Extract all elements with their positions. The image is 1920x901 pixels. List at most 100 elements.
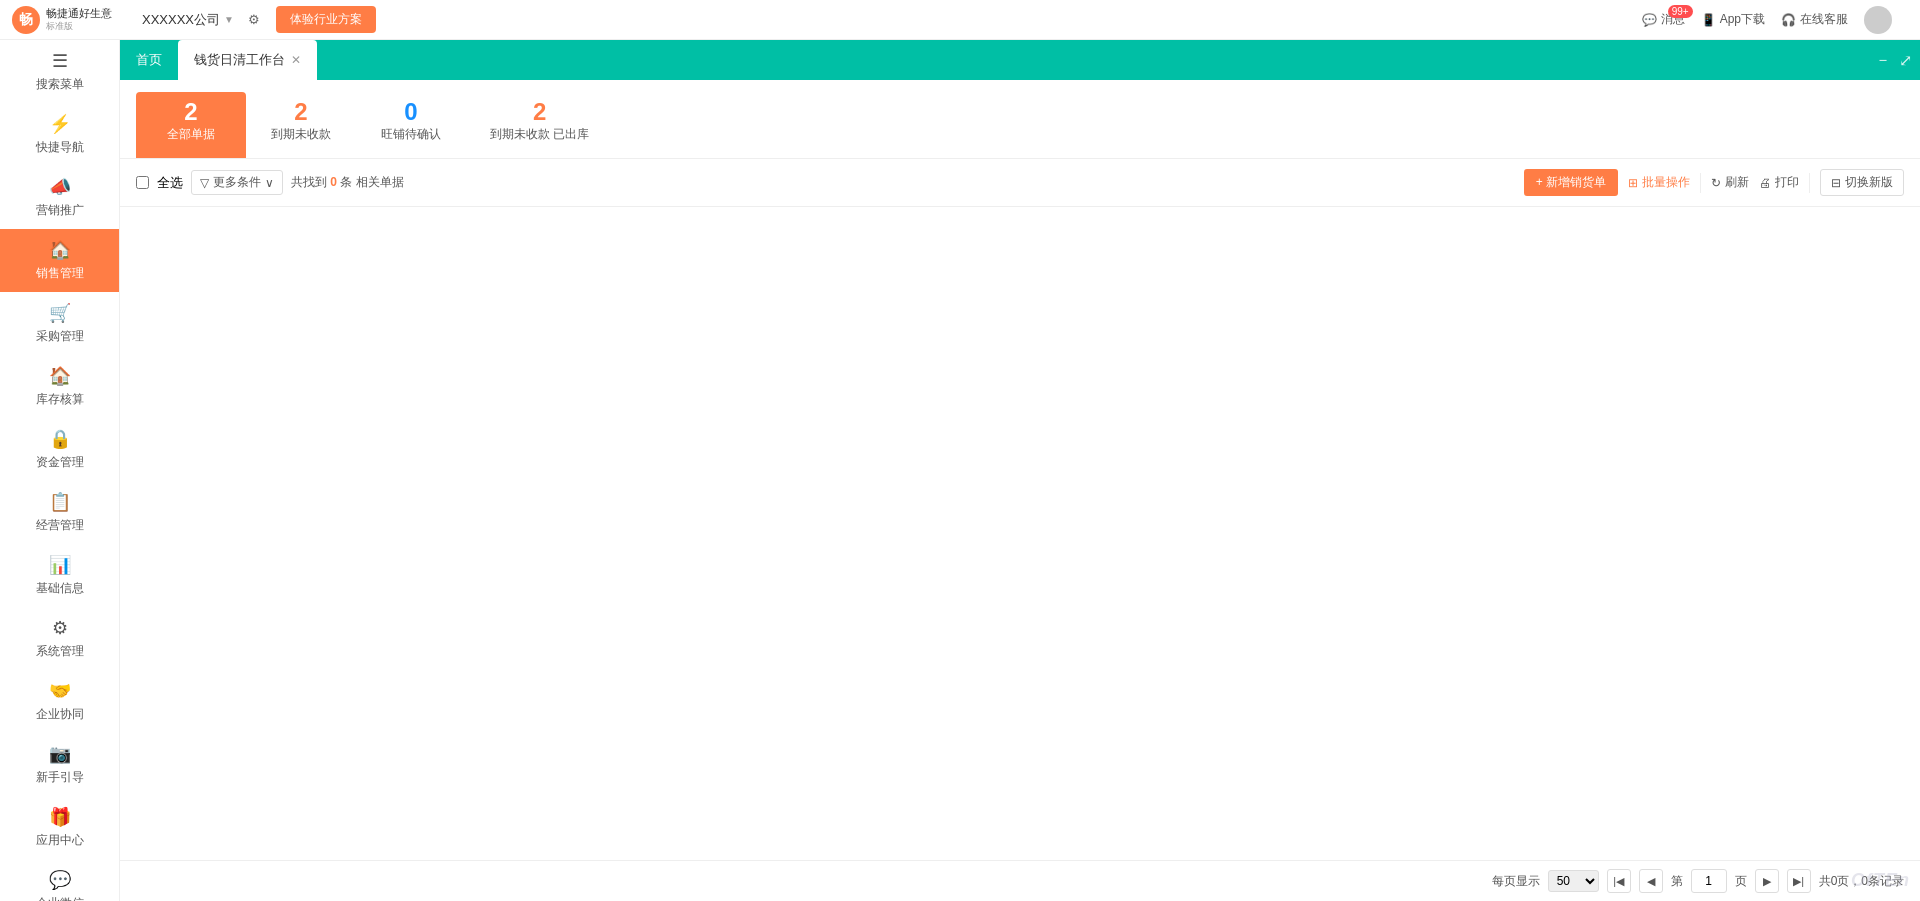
- per-page-select[interactable]: 50 100 200: [1548, 870, 1599, 892]
- search-menu-icon: ☰: [52, 50, 68, 72]
- toolbar-divider: [1700, 173, 1701, 193]
- total-label: 共0页，0条记录: [1819, 873, 1904, 890]
- tab-maximize-btn[interactable]: ⤢: [1899, 51, 1912, 70]
- tab-minimize-btn[interactable]: －: [1875, 50, 1891, 71]
- filter-icon: ▽: [200, 176, 209, 190]
- switch-version-btn[interactable]: ⊟ 切换新版: [1820, 169, 1904, 196]
- message-action[interactable]: 💬 消息 99+: [1642, 11, 1685, 28]
- toolbar-left: 全选 ▽ 更多条件 ∨ 共找到 0 条 相关单据: [136, 170, 1512, 195]
- sidebar-item-beginner[interactable]: 📷 新手引导: [0, 733, 119, 796]
- top-header: 畅 畅捷通好生意 标准版 XXXXXX公司 ▼ ⚙ 体验行业方案 💬 消息 99…: [0, 0, 1920, 40]
- filter-arrow: ∨: [265, 176, 274, 190]
- online-service-action[interactable]: 🎧 在线客服: [1781, 11, 1848, 28]
- found-prefix: 共找到: [291, 175, 327, 189]
- switch-icon: ⊟: [1831, 176, 1841, 190]
- stat-num-overdue-unpaid: 2: [270, 98, 332, 126]
- sidebar-item-operations[interactable]: 📋 经营管理: [0, 481, 119, 544]
- quick-nav-icon: ⚡: [49, 113, 71, 135]
- trial-btn[interactable]: 体验行业方案: [276, 6, 376, 33]
- company-name: XXXXXX公司: [142, 11, 220, 29]
- stat-card-overdue-unpaid[interactable]: 2 到期未收款: [246, 92, 356, 158]
- tab-workbench[interactable]: 钱货日清工作台 ✕: [178, 40, 317, 80]
- stat-num-wangpu: 0: [380, 98, 442, 126]
- sidebar-label-purchase: 采购管理: [36, 328, 84, 345]
- message-icon: 💬: [1642, 13, 1657, 27]
- sidebar-label-system: 系统管理: [36, 643, 84, 660]
- company-selector[interactable]: XXXXXX公司 ▼: [142, 11, 234, 29]
- wechat-icon: 💬: [49, 869, 71, 891]
- marketing-icon: 📣: [49, 176, 71, 198]
- stat-num-overdue-unshipped: 2: [490, 98, 589, 126]
- sidebar-item-basic-info[interactable]: 📊 基础信息: [0, 544, 119, 607]
- stat-num-all: 2: [160, 98, 222, 126]
- sidebar-item-purchase[interactable]: 🛒 采购管理: [0, 292, 119, 355]
- logo-sub: 标准版: [46, 20, 112, 33]
- sidebar-item-search-menu[interactable]: ☰ 搜索菜单: [0, 40, 119, 103]
- header-right: 💬 消息 99+ 📱 App下载 🎧 在线客服: [1642, 6, 1908, 34]
- new-sales-btn[interactable]: + 新增销货单: [1524, 169, 1618, 196]
- tab-bar: 首页 钱货日清工作台 ✕ － ⤢: [120, 40, 1920, 80]
- sidebar-item-quick-nav[interactable]: ⚡ 快捷导航: [0, 103, 119, 166]
- layout: ☰ 搜索菜单 ⚡ 快捷导航 📣 营销推广 🏠 销售管理 🛒 采购管理 🏠 库存核…: [0, 40, 1920, 901]
- sidebar: ☰ 搜索菜单 ⚡ 快捷导航 📣 营销推广 🏠 销售管理 🛒 采购管理 🏠 库存核…: [0, 40, 120, 901]
- settings-icon[interactable]: ⚙: [240, 6, 268, 34]
- tab-close-workbench[interactable]: ✕: [291, 53, 301, 67]
- next-page-btn[interactable]: ▶: [1755, 869, 1779, 893]
- toolbar-right: + 新增销货单 ⊞ 批量操作 ↻ 刷新 🖨 打印: [1524, 169, 1904, 196]
- print-btn[interactable]: 🖨 打印: [1759, 174, 1799, 191]
- content-area: 2 全部单据 2 到期未收款 0 旺铺待确认 2 到期未收款 已出库: [120, 80, 1920, 901]
- page-input[interactable]: [1691, 869, 1727, 893]
- found-count: 0: [330, 175, 337, 189]
- per-page-label: 每页显示: [1492, 873, 1540, 890]
- toolbar-divider2: [1809, 173, 1810, 193]
- found-suffix: 条 相关单据: [340, 175, 403, 189]
- stat-card-wangpu[interactable]: 0 旺铺待确认: [356, 92, 466, 158]
- batch-action-btn[interactable]: ⊞ 批量操作: [1628, 174, 1690, 191]
- sidebar-label-basic-info: 基础信息: [36, 580, 84, 597]
- print-label: 打印: [1775, 174, 1799, 191]
- sidebar-item-wechat[interactable]: 💬 企业微信: [0, 859, 119, 901]
- print-icon: 🖨: [1759, 176, 1771, 190]
- sidebar-label-wechat: 企业微信: [36, 895, 84, 901]
- prev-page-btn[interactable]: ◀: [1639, 869, 1663, 893]
- online-service-icon: 🎧: [1781, 13, 1796, 27]
- sidebar-label-search-menu: 搜索菜单: [36, 76, 84, 93]
- online-service-label: 在线客服: [1800, 11, 1848, 28]
- app-download-action[interactable]: 📱 App下载: [1701, 11, 1765, 28]
- sidebar-item-marketing[interactable]: 📣 营销推广: [0, 166, 119, 229]
- sidebar-item-cooperation[interactable]: 🤝 企业协同: [0, 670, 119, 733]
- stat-card-all[interactable]: 2 全部单据: [136, 92, 246, 158]
- logo-icon: 畅: [12, 6, 40, 34]
- stat-label-wangpu: 旺铺待确认: [380, 126, 442, 143]
- sidebar-item-inventory[interactable]: 🏠 库存核算: [0, 355, 119, 418]
- filter-label: 更多条件: [213, 174, 261, 191]
- sidebar-item-sales[interactable]: 🏠 销售管理: [0, 229, 119, 292]
- inventory-icon: 🏠: [49, 365, 71, 387]
- first-page-btn[interactable]: |◀: [1607, 869, 1631, 893]
- page-label: 第: [1671, 873, 1683, 890]
- refresh-btn[interactable]: ↻ 刷新: [1711, 174, 1749, 191]
- select-all-checkbox[interactable]: [136, 176, 149, 189]
- avatar[interactable]: [1864, 6, 1892, 34]
- finance-icon: 🔒: [49, 428, 71, 450]
- sidebar-item-app-center[interactable]: 🎁 应用中心: [0, 796, 119, 859]
- sidebar-item-finance[interactable]: 🔒 资金管理: [0, 418, 119, 481]
- tab-home[interactable]: 首页: [120, 40, 178, 80]
- sidebar-item-system[interactable]: ⚙ 系统管理: [0, 607, 119, 670]
- sidebar-label-finance: 资金管理: [36, 454, 84, 471]
- tab-home-label: 首页: [136, 51, 162, 69]
- app-download-icon: 📱: [1701, 13, 1716, 27]
- message-badge: 99+: [1668, 5, 1693, 18]
- stat-card-overdue-unshipped[interactable]: 2 到期未收款 已出库: [466, 92, 613, 158]
- last-page-btn[interactable]: ▶|: [1787, 869, 1811, 893]
- app-center-icon: 🎁: [49, 806, 71, 828]
- basic-info-icon: 📊: [49, 554, 71, 576]
- app-download-label: App下载: [1720, 11, 1765, 28]
- select-all-label: 全选: [157, 174, 183, 192]
- stat-label-overdue-unpaid: 到期未收款: [270, 126, 332, 143]
- sidebar-label-cooperation: 企业协同: [36, 706, 84, 723]
- more-filter-btn[interactable]: ▽ 更多条件 ∨: [191, 170, 283, 195]
- stat-label-all: 全部单据: [160, 126, 222, 143]
- pagination: 每页显示 50 100 200 |◀ ◀ 第 页 ▶ ▶| 共0页，0条记录: [120, 860, 1920, 901]
- cooperation-icon: 🤝: [49, 680, 71, 702]
